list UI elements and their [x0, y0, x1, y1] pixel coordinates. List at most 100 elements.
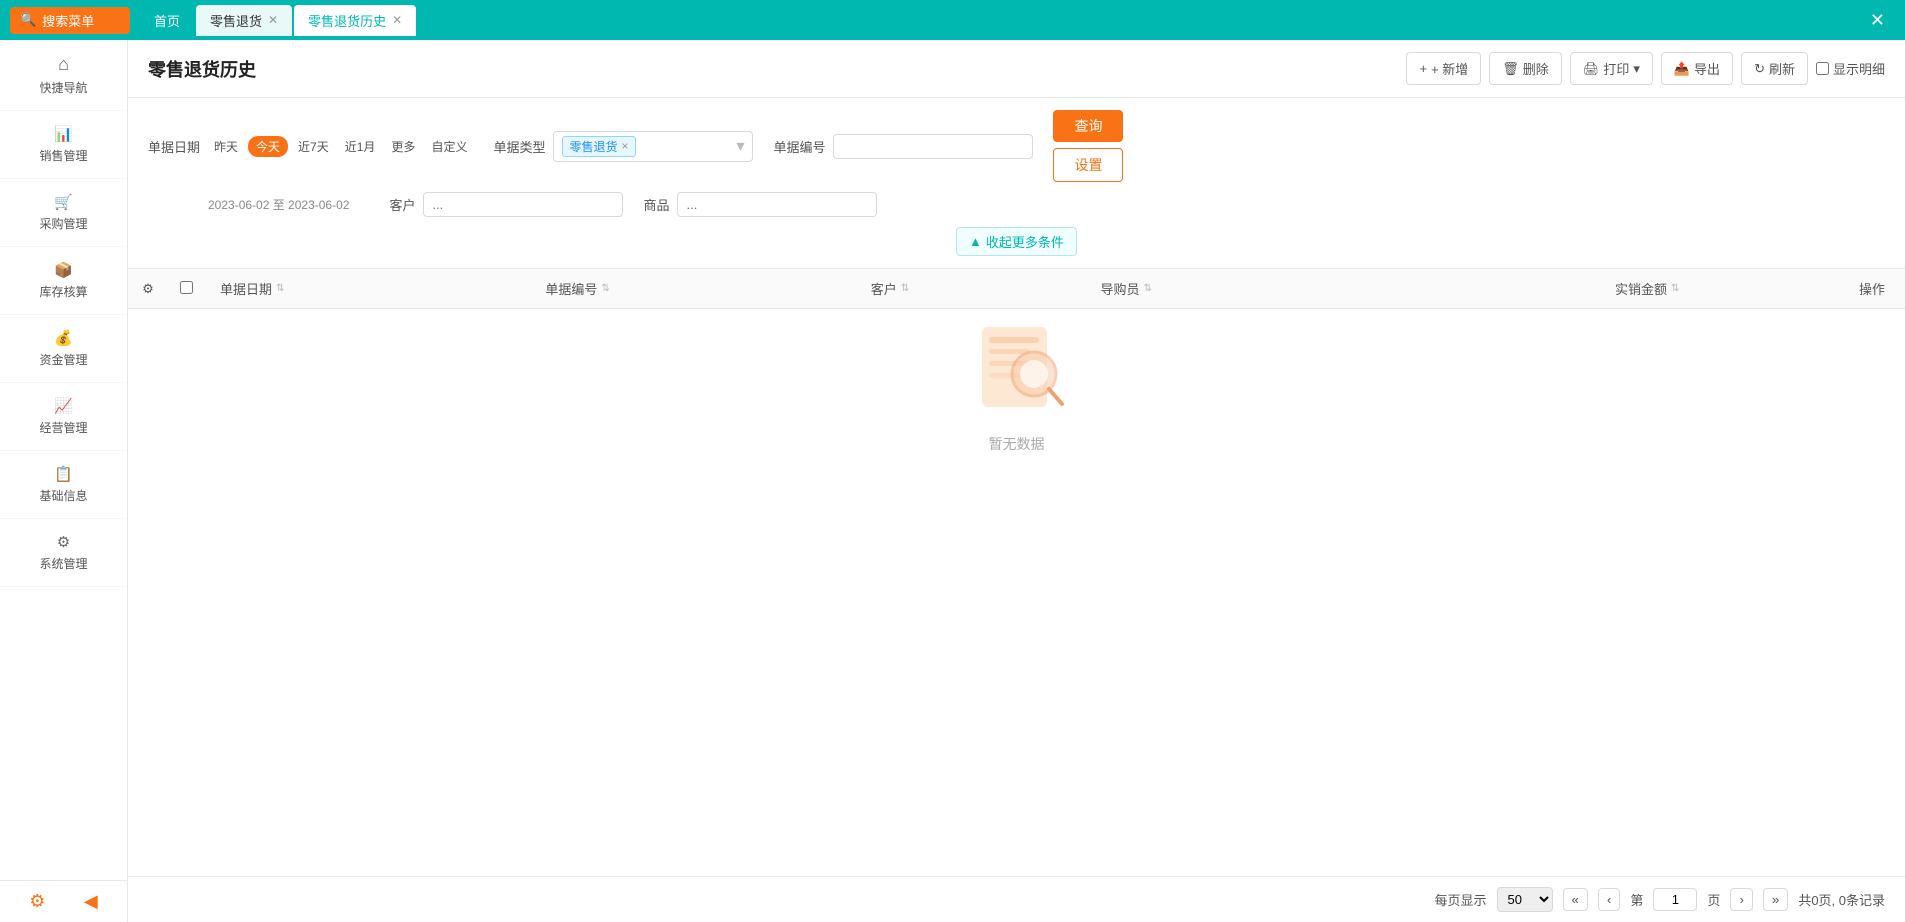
sidebar-item-sales-mgmt[interactable]: 📊 销售管理: [0, 111, 127, 179]
tab-retail-return-history-close[interactable]: ✕: [392, 13, 402, 27]
collapse-icon: ▲: [969, 234, 982, 249]
print-icon: 🖨: [1583, 61, 1600, 77]
first-page-btn[interactable]: «: [1563, 888, 1588, 911]
doc-no-input[interactable]: [833, 134, 1033, 159]
main-layout: ⌂ 快捷导航 📊 销售管理 🛒 采购管理 📦 库存核算 💰 资金管理 📈 经营管…: [0, 40, 1905, 922]
page-input[interactable]: [1653, 888, 1697, 911]
sidebar-item-basic-info[interactable]: 📋 基础信息: [0, 451, 127, 519]
sidebar-item-finance[interactable]: 💰 资金管理: [0, 315, 127, 383]
sidebar-item-label: 快捷导航: [39, 79, 87, 96]
refresh-icon: ↻: [1754, 61, 1765, 77]
data-table: ⚙ 单据日期 ⇅: [128, 269, 1905, 309]
empty-text: 暂无数据: [989, 434, 1045, 454]
doc-type-select[interactable]: 零售退货 × ▾: [553, 131, 753, 162]
date-btn-yesterday[interactable]: 昨天: [208, 136, 244, 157]
refresh-button[interactable]: ↻ 刷新: [1741, 52, 1808, 85]
sidebar-item-operations[interactable]: 📈 经营管理: [0, 383, 127, 451]
system-icon: ⚙: [57, 533, 70, 551]
delete-button[interactable]: 🗑 删除: [1489, 52, 1562, 85]
col-amount-label: 实销金额: [1615, 279, 1667, 298]
col-actions-label: 操作: [1859, 282, 1885, 297]
prev-page-btn[interactable]: ‹: [1598, 888, 1620, 911]
col-amount-sort[interactable]: 实销金额 ⇅: [1378, 279, 1679, 298]
sort-icon-amount: ⇅: [1671, 283, 1679, 294]
search-menu-btn[interactable]: 🔍 搜索菜单: [10, 7, 130, 34]
add-button[interactable]: + + 新增: [1406, 52, 1481, 85]
customer-input[interactable]: [423, 192, 623, 217]
sidebar-settings-btn[interactable]: ⚙: [29, 891, 45, 912]
tab-home[interactable]: 首页: [140, 5, 194, 36]
select-all-checkbox[interactable]: [180, 281, 193, 294]
sidebar-item-label: 系统管理: [39, 555, 87, 572]
col-date-label: 单据日期: [220, 279, 272, 298]
tab-retail-return-close[interactable]: ✕: [268, 13, 278, 27]
collapse-filter-btn[interactable]: ▲ 收起更多条件: [956, 227, 1077, 256]
date-btn-1month[interactable]: 近1月: [339, 136, 382, 157]
operations-icon: 📈: [54, 397, 73, 415]
filter-row-2: 2023-06-02 至 2023-06-02 客户 商品: [148, 192, 1885, 217]
table-settings-icon[interactable]: ⚙: [142, 281, 154, 296]
sidebar-item-quick-nav[interactable]: ⌂ 快捷导航: [0, 40, 127, 111]
sidebar-item-label: 销售管理: [39, 147, 87, 164]
date-filter-group: 昨天 今天 近7天 近1月 更多 自定义: [208, 136, 473, 157]
col-guide-label: 导购员: [1100, 279, 1139, 298]
doc-type-tag-text: 零售退货: [569, 138, 617, 155]
show-detail-checkbox[interactable]: [1816, 62, 1829, 75]
date-btn-today[interactable]: 今天: [248, 136, 288, 157]
customer-filter: 客户: [389, 192, 623, 217]
sort-icon-date: ⇅: [276, 283, 284, 294]
col-docno-sort[interactable]: 单据编号 ⇅: [545, 279, 846, 298]
next-page-btn[interactable]: ›: [1730, 888, 1752, 911]
col-customer-sort[interactable]: 客户 ⇅: [871, 279, 1077, 298]
date-filter-label: 单据日期: [148, 137, 200, 156]
doc-type-filter: 单据类型 零售退货 × ▾: [493, 131, 753, 162]
page-size-select[interactable]: 10 20 50 100: [1497, 887, 1553, 912]
no-data-area: 暂无数据: [128, 309, 1905, 454]
sidebar-item-label: 基础信息: [39, 487, 87, 504]
sidebar-item-label: 资金管理: [39, 351, 87, 368]
content-main: ⚙ 单据日期 ⇅: [128, 269, 1905, 922]
sidebar-collapse-btn[interactable]: ◀: [84, 891, 98, 912]
sidebar-item-system-mgmt[interactable]: ⚙ 系统管理: [0, 519, 127, 587]
inventory-icon: 📦: [54, 261, 73, 279]
empty-illustration: [962, 309, 1072, 419]
search-icon: 🔍: [20, 12, 36, 28]
tab-retail-return[interactable]: 零售退货 ✕: [196, 5, 292, 36]
show-detail-label: 显示明细: [1833, 59, 1885, 78]
goods-input[interactable]: [677, 192, 877, 217]
tab-home-label: 首页: [154, 11, 180, 30]
date-btn-more[interactable]: 更多: [385, 136, 421, 157]
export-icon: 📤: [1674, 61, 1690, 77]
print-button[interactable]: 🖨 打印 ▾: [1570, 52, 1653, 85]
set-button[interactable]: 设置: [1053, 148, 1123, 182]
total-text: 共0页, 0条记录: [1798, 890, 1885, 909]
date-btn-7days[interactable]: 近7天: [292, 136, 335, 157]
show-detail-checkbox-wrapper[interactable]: 显示明细: [1816, 59, 1885, 78]
tab-retail-return-history[interactable]: 零售退货历史 ✕: [294, 5, 416, 36]
goods-label: 商品: [643, 195, 669, 214]
sidebar: ⌂ 快捷导航 📊 销售管理 🛒 采购管理 📦 库存核算 💰 资金管理 📈 经营管…: [0, 40, 128, 922]
date-btn-custom[interactable]: 自定义: [425, 136, 473, 157]
query-set-group: 查询 设置: [1053, 110, 1123, 182]
col-guide-sort[interactable]: 导购员 ⇅: [1100, 279, 1354, 298]
sidebar-item-inventory[interactable]: 📦 库存核算: [0, 247, 127, 315]
window-close-btn[interactable]: ✕: [1860, 10, 1895, 30]
sidebar-item-label: 经营管理: [39, 419, 87, 436]
date-filter: 单据日期 昨天 今天 近7天 近1月 更多 自定义: [148, 136, 473, 157]
last-page-btn[interactable]: »: [1763, 888, 1788, 911]
query-button[interactable]: 查询: [1053, 110, 1123, 142]
col-date-sort[interactable]: 单据日期 ⇅: [220, 279, 521, 298]
doc-type-label: 单据类型: [493, 137, 545, 156]
doc-type-tag-close[interactable]: ×: [621, 139, 628, 153]
sidebar-item-label: 采购管理: [39, 215, 87, 232]
doc-no-filter: 单据编号: [773, 134, 1033, 159]
sort-icon-guide: ⇅: [1143, 283, 1151, 294]
doc-type-dropdown-icon: ▾: [736, 136, 744, 156]
purchase-icon: 🛒: [54, 193, 73, 211]
export-button[interactable]: 📤 导出: [1661, 52, 1733, 85]
print-label: 打印: [1603, 59, 1629, 78]
add-label: + 新增: [1431, 59, 1468, 78]
sidebar-item-purchase-mgmt[interactable]: 🛒 采购管理: [0, 179, 127, 247]
page-actions: + + 新增 🗑 删除 🖨 打印 ▾ 📤 导出 ↻: [1406, 52, 1885, 85]
filter-row-1: 单据日期 昨天 今天 近7天 近1月 更多 自定义 单据类型: [148, 110, 1885, 182]
